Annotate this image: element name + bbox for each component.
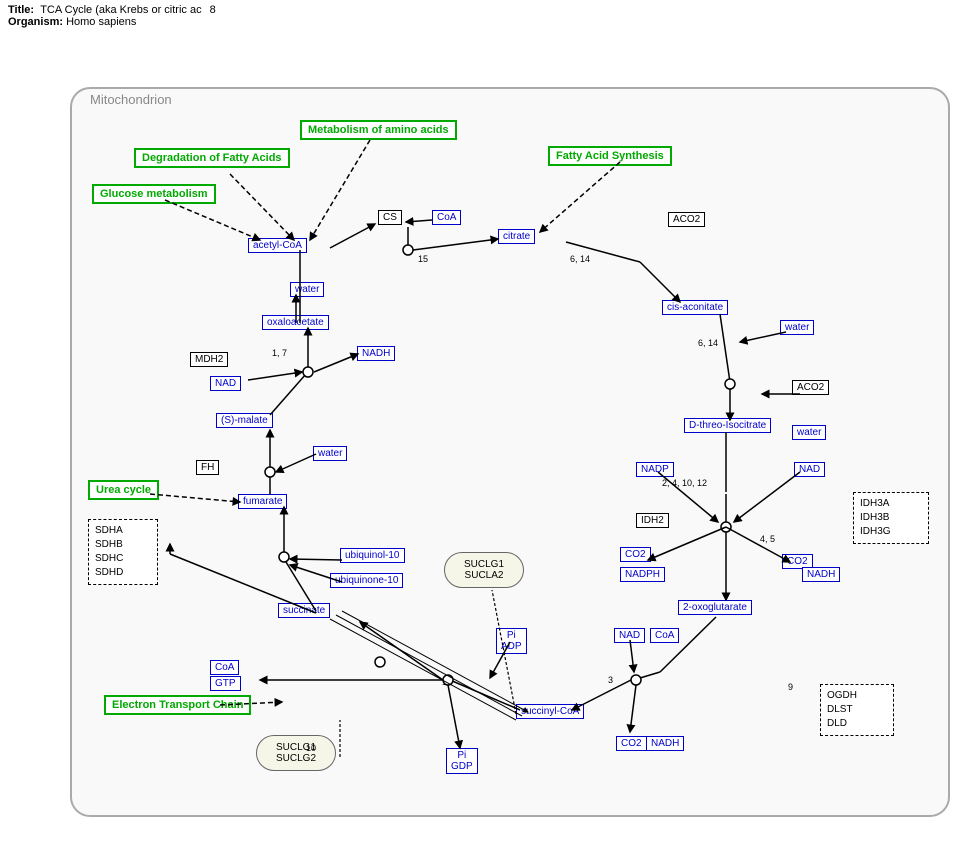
met-citrate[interactable]: citrate [498,229,535,244]
met-acetyl-coa[interactable]: acetyl-CoA [248,238,307,253]
enz-mdh2[interactable]: MDH2 [190,352,228,367]
sucla2-label: SUCLA2 [465,570,504,581]
met-coa-top[interactable]: CoA [432,210,461,225]
title-value: TCA Cycle (aka Krebs or citric ac [40,4,201,16]
met-water-top[interactable]: water [290,282,324,297]
ext-degradation-fatty-acids[interactable]: Degradation of Fatty Acids [134,148,290,168]
num-10: 10 [306,743,316,753]
met-2-oxoglutarate[interactable]: 2-oxoglutarate [678,600,752,615]
ext-urea-cycle[interactable]: Urea cycle [88,480,159,500]
met-ubiquinone-10[interactable]: ubiquinone-10 [330,573,403,588]
num-9: 9 [788,682,793,692]
gene-idh3b[interactable]: IDH3B [860,511,922,525]
gene-dld[interactable]: DLD [827,717,887,731]
title-number: 8 [210,4,216,16]
gene-sdha[interactable]: SDHA [95,524,151,538]
met-cis-aconitate[interactable]: cis-aconitate [662,300,728,315]
enz-idh2[interactable]: IDH2 [636,513,669,528]
num-11: 11 [442,677,451,687]
enz-aco2-top[interactable]: ACO2 [668,212,705,227]
ext-metabolism-amino-acids[interactable]: Metabolism of amino acids [300,120,457,140]
suclg1-top-label: SUCLG1 [464,559,504,570]
gene-ogdh[interactable]: OGDH [827,689,887,703]
met-coa-right[interactable]: CoA [650,628,679,643]
met-co2-mid[interactable]: CO2 [620,547,651,562]
num-2-4-10-12: 2, 4, 10, 12 [662,478,707,488]
suclg2-label: SUCLG2 [276,753,316,764]
title-label: Title: [8,4,40,16]
enz-cs[interactable]: CS [378,210,402,225]
met-coa-bottom[interactable]: CoA [210,660,239,675]
met-nad-right2[interactable]: NAD [794,462,825,477]
num-6-14-right: 6, 14 [698,338,718,348]
num-15: 15 [418,254,428,264]
num-6-14-top: 6, 14 [570,254,590,264]
main-diagram: Mitochondrion Degradation of Fatty Acids… [0,32,975,812]
num-4-5: 4, 5 [760,534,775,544]
gene-group-sdh: SDHA SDHB SDHC SDHD [88,519,158,585]
met-pi-gdp[interactable]: Pi GDP [446,748,478,774]
met-nad-top[interactable]: NAD [210,376,241,391]
met-gtp[interactable]: GTP [210,676,241,691]
met-nadh-right[interactable]: NADH [802,567,840,582]
enz-aco2-right[interactable]: ACO2 [792,380,829,395]
gene-idh3g[interactable]: IDH3G [860,525,922,539]
gene-group-ogdh: OGDH DLST DLD [820,684,894,736]
met-s-malate[interactable]: (S)-malate [216,413,273,428]
met-nadh-top[interactable]: NADH [357,346,395,361]
met-water-right[interactable]: water [780,320,814,335]
gene-sdhb[interactable]: SDHB [95,538,151,552]
met-nadph[interactable]: NADPH [620,567,665,582]
met-oxaloacetate[interactable]: oxaloacetate [262,315,329,330]
ext-fatty-acid-synthesis[interactable]: Fatty Acid Synthesis [548,146,672,166]
met-d-threo-isocitrate[interactable]: D-threo-Isocitrate [684,418,771,433]
met-succinyl-coa[interactable]: succinyl-CoA [516,704,584,719]
gene-group-idh3: IDH3A IDH3B IDH3G [853,492,929,544]
organism-label: Organism: [8,16,66,28]
met-co2-bottom[interactable]: CO2 [616,736,647,751]
oval-suclg-bottom[interactable]: SUCLG1 SUCLG2 [256,735,336,771]
met-water-right2[interactable]: water [792,425,826,440]
met-nad-right[interactable]: NAD [614,628,645,643]
met-pi-adp[interactable]: Pi ADP [496,628,527,654]
header: Title: TCA Cycle (aka Krebs or citric ac… [0,0,975,32]
gene-dlst[interactable]: DLST [827,703,887,717]
gene-sdhd[interactable]: SDHD [95,566,151,580]
ext-electron-transport[interactable]: Electron Transport Chain [104,695,251,715]
met-ubiquinol-10[interactable]: ubiquinol-10 [340,548,405,563]
num-1-7: 1, 7 [272,348,287,358]
met-water-left[interactable]: water [313,446,347,461]
organism-value: Homo sapiens [66,16,136,28]
ext-glucose-metabolism[interactable]: Glucose metabolism [92,184,216,204]
met-fumarate[interactable]: fumarate [238,494,287,509]
gene-idh3a[interactable]: IDH3A [860,497,922,511]
mitochondrion-label: Mitochondrion [90,92,172,107]
page: Title: TCA Cycle (aka Krebs or citric ac… [0,0,975,812]
met-nadp[interactable]: NADP [636,462,674,477]
met-nadh-bottom[interactable]: NADH [646,736,684,751]
enz-fh[interactable]: FH [196,460,219,475]
num-3: 3 [608,675,613,685]
oval-suclg-top[interactable]: SUCLG1 SUCLA2 [444,552,524,588]
gene-sdhc[interactable]: SDHC [95,552,151,566]
met-succinate[interactable]: succinate [278,603,330,618]
